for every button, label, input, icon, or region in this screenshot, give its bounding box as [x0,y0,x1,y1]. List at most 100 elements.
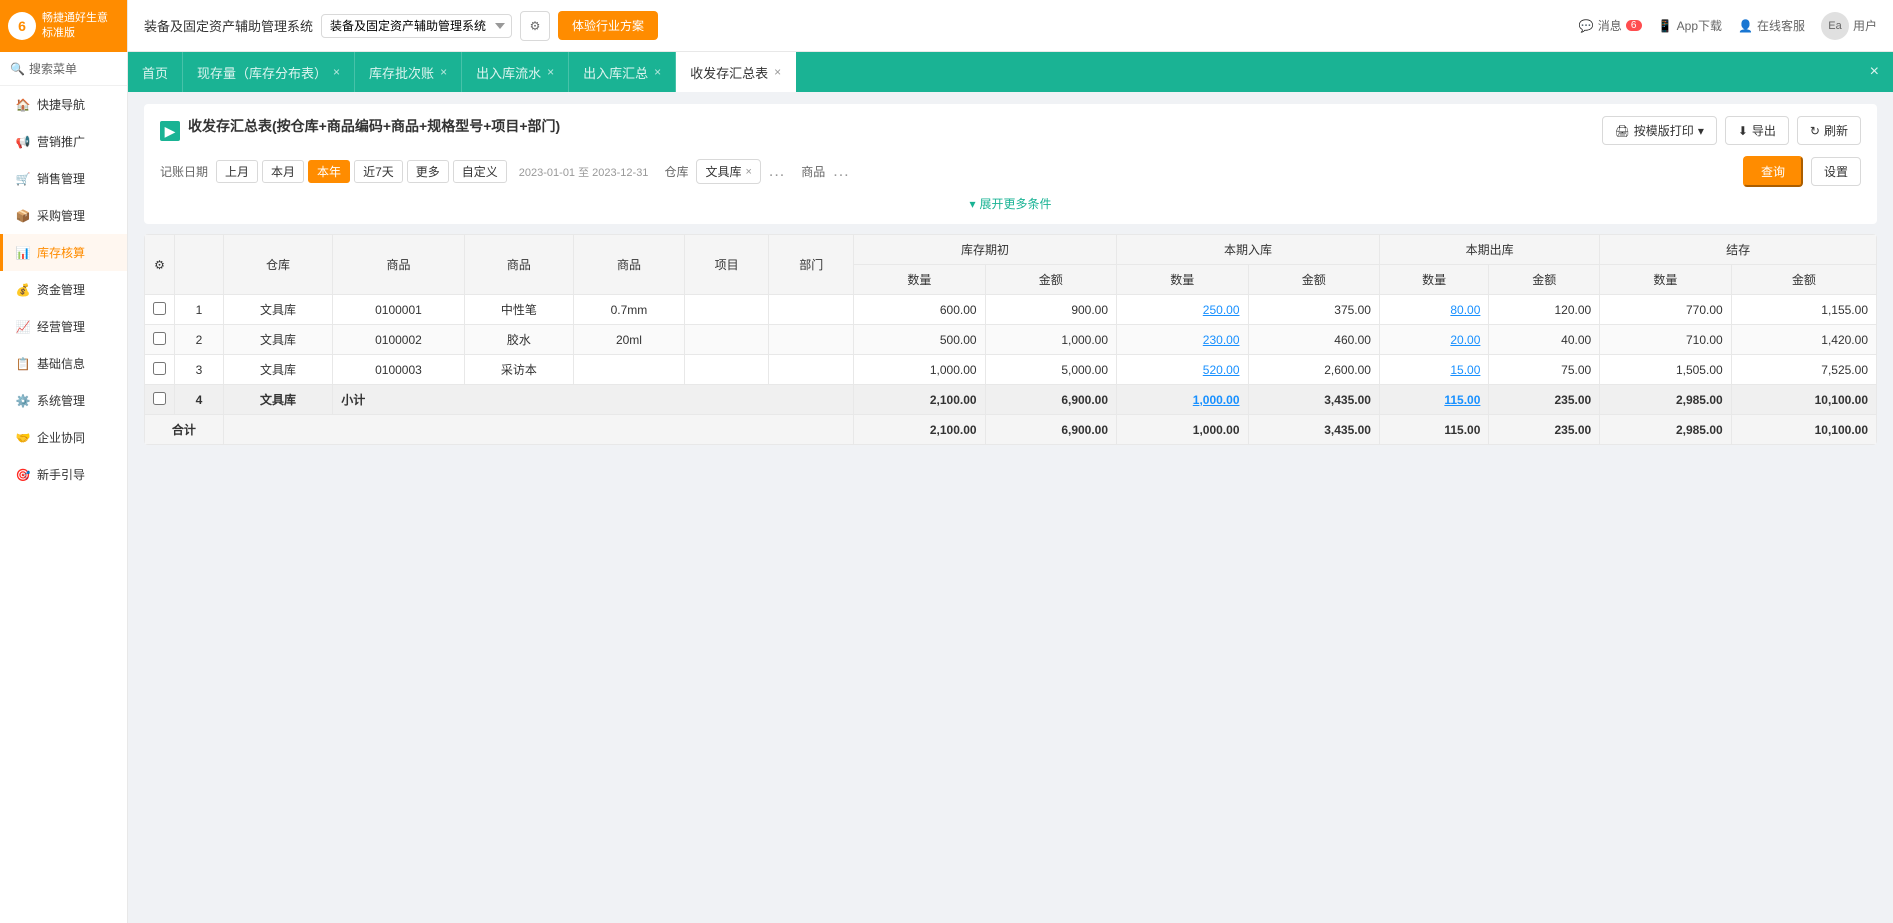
sidebar-item-system[interactable]: ⚙️ 系统管理 [0,382,127,419]
subtotal-opening-amt: 6,900.00 [985,385,1116,415]
data-table: ⚙ 仓库 商品 商品 商品 项目 部门 库存期初 本期入库 本期出库 结存 [144,234,1877,445]
tab-in-out-summary[interactable]: 出入库汇总 × [569,52,676,92]
refresh-btn[interactable]: ↻ 刷新 [1797,116,1861,145]
row-out-qty[interactable]: 80.00 [1379,295,1488,325]
goods-more-btn[interactable]: ... [833,163,849,181]
warehouse-more-btn[interactable]: ... [769,163,785,181]
sidebar-item-quick-nav[interactable]: 🏠 快捷导航 [0,86,127,123]
page-header: ▶ 收发存汇总表(按仓库+商品编码+商品+规格型号+项目+部门) 🖨 按模版打印… [144,104,1877,224]
row-checkbox[interactable] [145,325,175,355]
row-goods-code: 0100003 [333,355,464,385]
system-select[interactable]: 装备及固定资产辅助管理系统 [321,14,512,38]
inventory-icon: 📊 [15,245,31,261]
main-content: 装备及固定资产辅助管理系统 装备及固定资产辅助管理系统 ⚙ 体验行业方案 💬 消… [128,0,1893,923]
date-filter-label: 记账日期 [160,163,208,180]
warehouse-tag-close[interactable]: × [745,166,751,178]
user-avatar: Ea [1821,12,1849,40]
date-filter-section: 记账日期 上月 本月 本年 近7天 更多 自定义 2023-01-01 至 20… [160,160,648,183]
tab-close-recv-send-summary[interactable]: × [774,66,781,78]
tab-in-out-flow[interactable]: 出入库流水 × [462,52,569,92]
user-menu[interactable]: Ea 用户 [1821,12,1877,40]
app-download-btn[interactable]: 📱 App下载 [1658,17,1722,34]
sales-icon: 🛒 [15,171,31,187]
row-closing-amt: 1,155.00 [1731,295,1876,325]
tabbar-close-all-btn[interactable]: × [1856,63,1893,81]
date-btn-custom[interactable]: 自定义 [453,160,507,183]
row-checkbox[interactable] [145,355,175,385]
row-in-amt: 460.00 [1248,325,1379,355]
tabbar: 首页 现存量（库存分布表） × 库存批次账 × 出入库流水 × 出入库汇总 × … [128,52,1893,92]
row-out-qty[interactable]: 15.00 [1379,355,1488,385]
tab-close-inventory-dist[interactable]: × [333,66,340,78]
goods-filter-label: 商品 [801,163,825,180]
sidebar-item-base-info[interactable]: 📋 基础信息 [0,345,127,382]
subtotal-opening-qty: 2,100.00 [854,385,985,415]
search-icon: 🔍 [10,62,25,76]
col-settings[interactable]: ⚙ [145,235,175,295]
subtotal-out-qty[interactable]: 115.00 [1379,385,1488,415]
row-project [684,355,769,385]
export-btn[interactable]: ⬇ 导出 [1725,116,1789,145]
query-button[interactable]: 查询 [1743,156,1803,187]
date-btn-last-month[interactable]: 上月 [216,160,258,183]
row-goods-name: 中性笔 [464,295,573,325]
sidebar-item-guide[interactable]: 🎯 新手引导 [0,456,127,493]
row-in-qty[interactable]: 520.00 [1117,355,1248,385]
col-num-header [175,235,224,295]
date-btn-this-year[interactable]: 本年 [308,160,350,183]
row-out-qty[interactable]: 20.00 [1379,325,1488,355]
message-btn[interactable]: 💬 消息 6 [1579,17,1642,34]
row-opening-amt: 5,000.00 [985,355,1116,385]
row-in-qty[interactable]: 250.00 [1117,295,1248,325]
tab-batch-ledger[interactable]: 库存批次账 × [355,52,462,92]
sidebar-item-finance[interactable]: 💰 资金管理 [0,271,127,308]
date-btn-this-month[interactable]: 本月 [262,160,304,183]
tab-inventory-dist[interactable]: 现存量（库存分布表） × [183,52,355,92]
row-closing-qty: 770.00 [1600,295,1731,325]
date-btn-7days[interactable]: 近7天 [354,160,403,183]
subtotal-checkbox[interactable] [145,385,175,415]
sidebar-item-marketing[interactable]: 📢 营销推广 [0,123,127,160]
col-goods-name-header: 商品 [464,235,573,295]
expand-toggle-btn[interactable]: ▶ [160,121,180,141]
sidebar-item-business[interactable]: 📈 经营管理 [0,308,127,345]
total-closing-qty: 2,985.00 [1600,415,1731,445]
tab-close-batch-ledger[interactable]: × [440,66,447,78]
setting-button[interactable]: 设置 [1811,157,1861,186]
row-goods-name: 采访本 [464,355,573,385]
row-closing-qty: 1,505.00 [1600,355,1731,385]
sidebar-item-sales[interactable]: 🛒 销售管理 [0,160,127,197]
sidebar-search[interactable]: 🔍 搜索菜单 [0,52,127,86]
sidebar-item-inventory[interactable]: 📊 库存核算 [0,234,127,271]
tab-home[interactable]: 首页 [128,52,183,92]
row-goods-spec: 0.7mm [574,295,685,325]
print-btn[interactable]: 🖨 按模版打印 ▾ [1602,116,1717,145]
row-num: 2 [175,325,224,355]
subtotal-in-qty[interactable]: 1,000.00 [1117,385,1248,415]
expand-conditions-btn[interactable]: ▾ 展开更多条件 [969,195,1051,212]
tab-close-in-out-summary[interactable]: × [654,66,661,78]
row-opening-qty: 500.00 [854,325,985,355]
row-goods-code: 0100001 [333,295,464,325]
message-badge: 6 [1626,20,1642,31]
col-warehouse-header: 仓库 [223,235,332,295]
experience-btn[interactable]: 体验行业方案 [558,11,658,40]
page-content: ▶ 收发存汇总表(按仓库+商品编码+商品+规格型号+项目+部门) 🖨 按模版打印… [128,92,1893,923]
online-service-btn[interactable]: 👤 在线客服 [1738,17,1805,34]
subtotal-in-amt: 3,435.00 [1248,385,1379,415]
sidebar-item-enterprise[interactable]: 🤝 企业协同 [0,419,127,456]
row-checkbox[interactable] [145,295,175,325]
sidebar-item-purchase[interactable]: 📦 采购管理 [0,197,127,234]
date-btn-more[interactable]: 更多 [407,160,449,183]
warehouse-tag[interactable]: 文具库 × [696,159,760,184]
date-buttons: 上月 本月 本年 近7天 更多 自定义 [216,160,507,183]
gear-button[interactable]: ⚙ [520,11,550,41]
row-department [769,295,854,325]
row-in-amt: 2,600.00 [1248,355,1379,385]
tab-close-in-out-flow[interactable]: × [547,66,554,78]
col-opening-header: 库存期初 [854,235,1117,265]
expand-icon: ▾ [969,197,975,211]
row-opening-amt: 900.00 [985,295,1116,325]
tab-recv-send-summary[interactable]: 收发存汇总表 × [676,52,796,92]
row-in-qty[interactable]: 230.00 [1117,325,1248,355]
